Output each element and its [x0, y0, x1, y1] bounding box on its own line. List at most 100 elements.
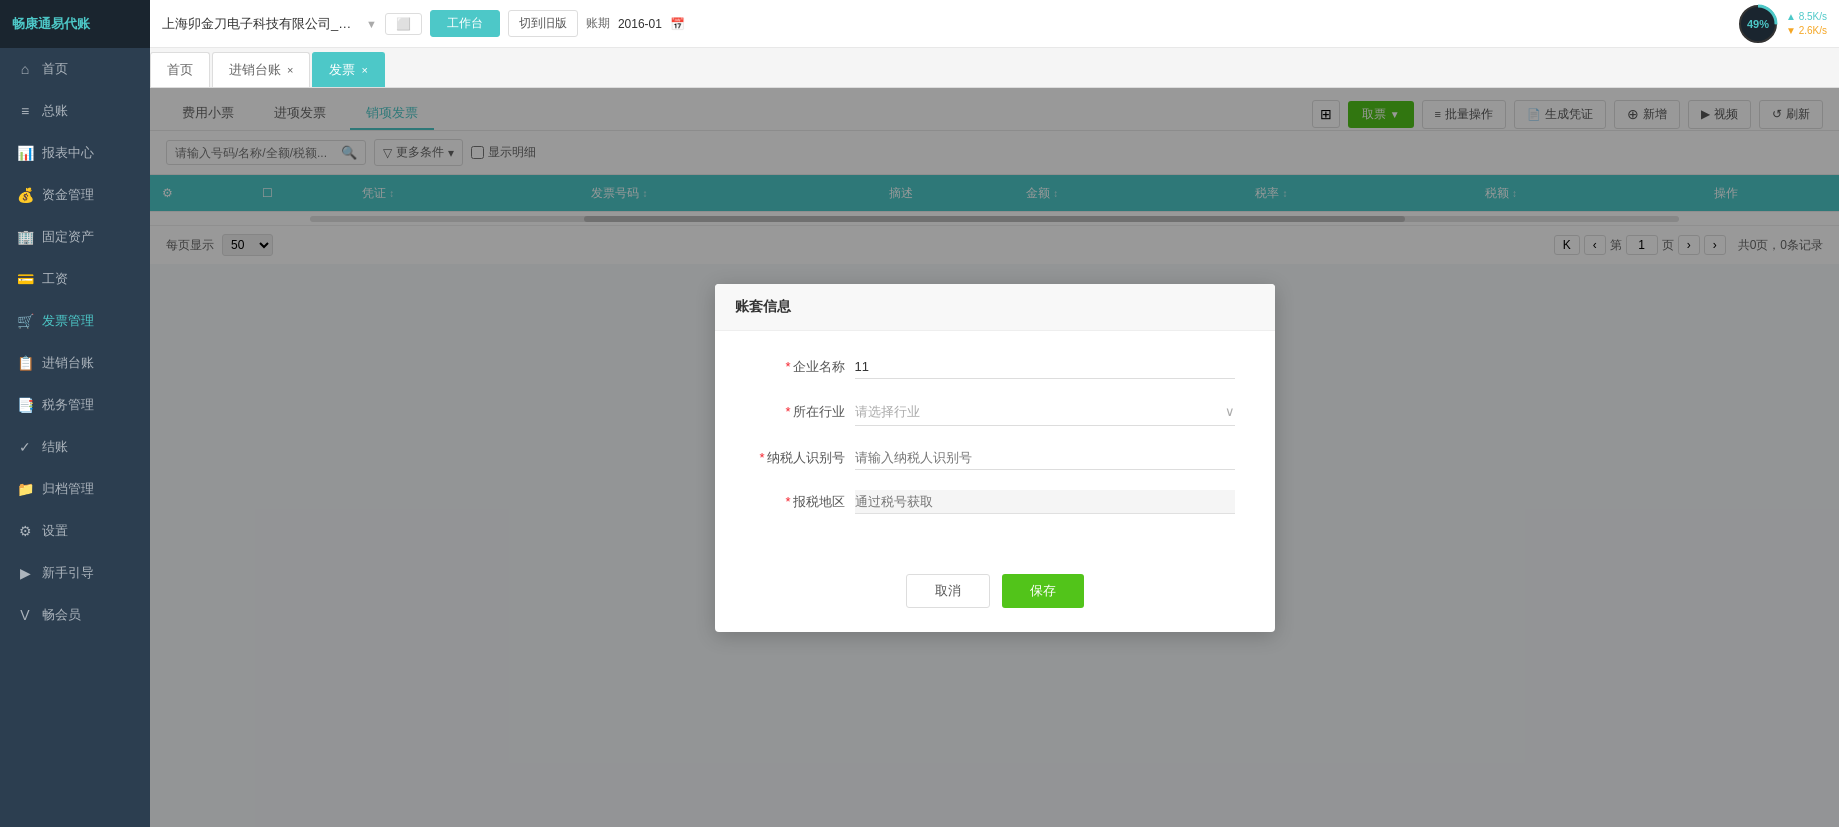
tab-home[interactable]: 首页	[150, 52, 210, 87]
speed-up: ▲ 8.5K/s	[1786, 10, 1827, 24]
modal-overlay: 账套信息 *企业名称 *所在行业	[150, 88, 1839, 827]
select-industry[interactable]: 请选择行业 ∨	[855, 399, 1235, 426]
dialog-header: 账套信息	[715, 284, 1275, 331]
sidebar-label-home: 首页	[42, 60, 68, 78]
sidebar-nav: ⌂ 首页 ≡ 总账 📊 报表中心 💰 资金管理 🏢固定资产 💳 工资 🛒 发票管理 📋 进销台账 📑 税务管理 ✓…	[0, 48, 150, 827]
sidebar-item-settings[interactable]: ⚙ 设置	[0, 510, 150, 552]
speed-values: ▲ 8.5K/s ▼ 2.6K/s	[1786, 10, 1827, 38]
sidebar-item-member[interactable]: V 畅会员	[0, 594, 150, 636]
label-industry: *所在行业	[755, 403, 855, 421]
content-area: 费用小票进项发票销项发票 ⊞ 取票 ▼ ≡ 批量操作 📄 生成凭证 ⊕ 新增	[150, 88, 1839, 827]
sidebar-icon-inout: 📋	[16, 355, 34, 371]
speed-down: ▼ 2.6K/s	[1786, 24, 1827, 38]
required-star-4: *	[785, 494, 790, 509]
sidebar-icon-member: V	[16, 607, 34, 623]
sidebar-item-ledger[interactable]: ≡ 总账	[0, 90, 150, 132]
sidebar-label-inout: 进销台账	[42, 354, 94, 372]
dialog-title: 账套信息	[735, 298, 791, 314]
speed-donut: 49%	[1736, 2, 1780, 46]
main-area: 上海卯金刀电子科技有限公司_（台201... ▼ ⬜ 工作台 切到旧版 账期 2…	[150, 0, 1839, 827]
tab-inout[interactable]: 进销台账 ×	[212, 52, 310, 87]
sidebar-item-tax[interactable]: 📑 税务管理	[0, 384, 150, 426]
dialog-footer: 取消 保存	[715, 558, 1275, 632]
cancel-button[interactable]: 取消	[906, 574, 990, 608]
tab-close-tab-invoice[interactable]: ×	[361, 64, 367, 76]
sidebar-item-guide[interactable]: ▶ 新手引导	[0, 552, 150, 594]
workspace-button[interactable]: 工作台	[430, 10, 500, 37]
tab-label-tab-invoice: 发票	[329, 61, 355, 79]
sidebar-icon-archive: 📁	[16, 481, 34, 497]
sidebar-label-guide: 新手引导	[42, 564, 94, 582]
input-tax-id[interactable]	[855, 446, 1235, 470]
old-version-button[interactable]: 切到旧版	[508, 10, 578, 37]
sidebar-item-salary[interactable]: 💳 工资	[0, 258, 150, 300]
sidebar-icon-home: ⌂	[16, 61, 34, 77]
sidebar-icon-reports: 📊	[16, 145, 34, 161]
label-tax-region: *报税地区	[755, 493, 855, 511]
sidebar-label-settle: 结账	[42, 438, 68, 456]
sidebar-item-capital[interactable]: 💰 资金管理	[0, 174, 150, 216]
sidebar-label-ledger: 总账	[42, 102, 68, 120]
tabs-bar: 首页 进销台账 × 发票 ×	[150, 48, 1839, 88]
sidebar: 畅康通易代账 ⌂ 首页 ≡ 总账 📊 报表中心 💰 资金管理 🏢固定资产 💳 工资 🛒 发票管理 📋 进销台…	[0, 0, 150, 827]
period-label: 账期	[586, 15, 610, 32]
sidebar-icon-guide: ▶	[16, 565, 34, 581]
sidebar-label-member: 畅会员	[42, 606, 81, 624]
sidebar-item-home[interactable]: ⌂ 首页	[0, 48, 150, 90]
sidebar-label-tax: 税务管理	[42, 396, 94, 414]
sidebar-item-reports[interactable]: 📊 报表中心	[0, 132, 150, 174]
header-company: 上海卯金刀电子科技有限公司_（台201... ▼	[162, 15, 377, 33]
form-row-industry: *所在行业 请选择行业 ∨	[755, 399, 1235, 426]
label-company-name: *企业名称	[755, 358, 855, 376]
required-star-3: *	[759, 450, 764, 465]
label-tax-id: *纳税人识别号	[755, 449, 855, 467]
tab-invoice[interactable]: 发票 ×	[312, 52, 384, 87]
dialog-body: *企业名称 *所在行业 请选择行业 ∨	[715, 331, 1275, 558]
sidebar-icon-capital: 💰	[16, 187, 34, 203]
sidebar-icon-ledger: ≡	[16, 103, 34, 119]
dialog-account-info: 账套信息 *企业名称 *所在行业	[715, 284, 1275, 632]
copy-button[interactable]: ⬜	[385, 13, 422, 35]
chevron-down-icon: ∨	[1225, 404, 1235, 419]
sidebar-icon-tax: 📑	[16, 397, 34, 413]
speed-percent: 49%	[1747, 18, 1769, 30]
sidebar-label-reports: 报表中心	[42, 144, 94, 162]
sidebar-icon-invoice: 🛒	[16, 313, 34, 329]
industry-placeholder: 请选择行业	[855, 403, 920, 421]
sidebar-item-invoice[interactable]: 🛒 发票管理	[0, 300, 150, 342]
sidebar-item-inout[interactable]: 📋 进销台账	[0, 342, 150, 384]
form-row-company: *企业名称	[755, 355, 1235, 379]
header: 上海卯金刀电子科技有限公司_（台201... ▼ ⬜ 工作台 切到旧版 账期 2…	[150, 0, 1839, 48]
tab-close-tab-inout[interactable]: ×	[287, 64, 293, 76]
required-star-2: *	[785, 404, 790, 419]
app-container: 畅康通易代账 ⌂ 首页 ≡ 总账 📊 报表中心 💰 资金管理 🏢固定资产 💳 工资 🛒 发票管理 📋 进销台…	[0, 0, 1839, 827]
form-row-tax-id: *纳税人识别号	[755, 446, 1235, 470]
sidebar-item-settle[interactable]: ✓ 结账	[0, 426, 150, 468]
form-row-tax-region: *报税地区	[755, 490, 1235, 514]
sidebar-label-archive: 归档管理	[42, 480, 94, 498]
sidebar-item-assets[interactable]: 🏢固定资产	[0, 216, 150, 258]
sidebar-label-salary: 工资	[42, 270, 68, 288]
sidebar-label-capital: 资金管理	[42, 186, 94, 204]
sidebar-icon-settings: ⚙	[16, 523, 34, 539]
sidebar-label-settings: 设置	[42, 522, 68, 540]
calendar-icon[interactable]: 📅	[670, 17, 685, 31]
company-name: 上海卯金刀电子科技有限公司_（台201...	[162, 15, 362, 33]
input-company-name[interactable]	[855, 355, 1235, 379]
required-star: *	[785, 359, 790, 374]
sidebar-logo-text: 畅康通易代账	[12, 15, 90, 33]
sidebar-label-assets: 固定资产	[42, 228, 94, 246]
speed-widget: 49% ▲ 8.5K/s ▼ 2.6K/s	[1736, 2, 1827, 46]
sidebar-item-archive[interactable]: 📁 归档管理	[0, 468, 150, 510]
save-button[interactable]: 保存	[1002, 574, 1084, 608]
company-dropdown-icon[interactable]: ▼	[366, 18, 377, 30]
tab-label-tab-inout: 进销台账	[229, 61, 281, 79]
sidebar-icon-settle: ✓	[16, 439, 34, 455]
period-value: 2016-01	[618, 17, 662, 31]
tab-label-tab-home: 首页	[167, 61, 193, 79]
sidebar-label-invoice: 发票管理	[42, 312, 94, 330]
sidebar-icon-salary: 💳	[16, 271, 34, 287]
input-tax-region	[855, 490, 1235, 514]
sidebar-logo: 畅康通易代账	[0, 0, 150, 48]
header-period: 账期 2016-01 📅	[586, 15, 685, 32]
